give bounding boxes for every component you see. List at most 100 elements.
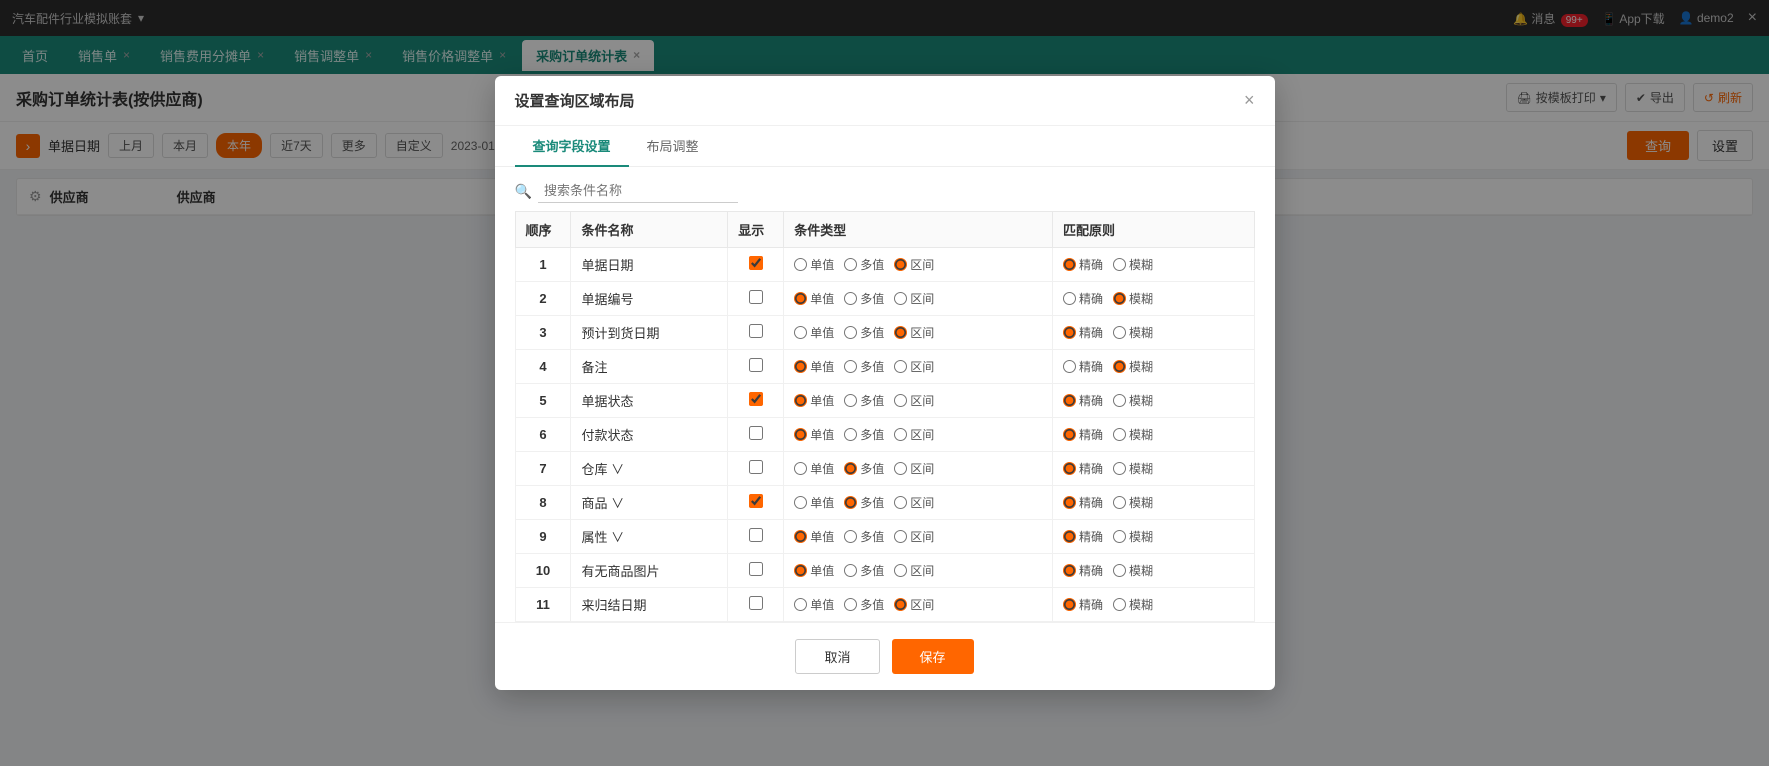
show-checkbox[interactable] [749, 392, 763, 406]
type-radio[interactable] [894, 360, 907, 373]
match-radio-item[interactable]: 精确 [1063, 460, 1103, 477]
match-radio-item[interactable]: 模糊 [1113, 528, 1153, 545]
type-radio[interactable] [894, 394, 907, 407]
tab-query-fields[interactable]: 查询字段设置 [515, 126, 629, 167]
match-radio[interactable] [1063, 462, 1076, 475]
type-radio-item[interactable]: 单值 [794, 460, 834, 477]
type-radio[interactable] [844, 360, 857, 373]
match-radio-item[interactable]: 精确 [1063, 426, 1103, 443]
show-checkbox[interactable] [749, 256, 763, 270]
show-checkbox[interactable] [749, 494, 763, 508]
match-radio-item[interactable]: 模糊 [1113, 324, 1153, 341]
match-radio[interactable] [1113, 598, 1126, 611]
match-radio[interactable] [1113, 496, 1126, 509]
show-checkbox[interactable] [749, 426, 763, 440]
type-radio-item[interactable]: 区间 [894, 460, 934, 477]
type-radio-item[interactable]: 多值 [844, 358, 884, 375]
show-checkbox[interactable] [749, 460, 763, 474]
type-radio[interactable] [844, 462, 857, 475]
type-radio-item[interactable]: 多值 [844, 256, 884, 273]
type-radio[interactable] [844, 598, 857, 611]
cancel-button[interactable]: 取消 [795, 639, 879, 674]
type-radio-item[interactable]: 多值 [844, 494, 884, 511]
type-radio[interactable] [794, 428, 807, 441]
type-radio[interactable] [844, 496, 857, 509]
match-radio[interactable] [1063, 598, 1076, 611]
match-radio[interactable] [1113, 292, 1126, 305]
type-radio-item[interactable]: 单值 [794, 494, 834, 511]
match-radio[interactable] [1063, 360, 1076, 373]
type-radio[interactable] [894, 258, 907, 271]
match-radio[interactable] [1113, 428, 1126, 441]
match-radio[interactable] [1113, 564, 1126, 577]
type-radio[interactable] [844, 292, 857, 305]
type-radio-item[interactable]: 多值 [844, 426, 884, 443]
type-radio[interactable] [844, 258, 857, 271]
show-checkbox[interactable] [749, 596, 763, 610]
show-checkbox[interactable] [749, 290, 763, 304]
type-radio-item[interactable]: 单值 [794, 426, 834, 443]
type-radio[interactable] [844, 530, 857, 543]
match-radio-item[interactable]: 模糊 [1113, 358, 1153, 375]
type-radio-item[interactable]: 多值 [844, 324, 884, 341]
type-radio-item[interactable]: 区间 [894, 596, 934, 613]
match-radio-item[interactable]: 模糊 [1113, 290, 1153, 307]
type-radio[interactable] [794, 598, 807, 611]
type-radio-item[interactable]: 多值 [844, 392, 884, 409]
match-radio[interactable] [1063, 326, 1076, 339]
match-radio[interactable] [1063, 258, 1076, 271]
match-radio[interactable] [1063, 394, 1076, 407]
match-radio[interactable] [1063, 564, 1076, 577]
match-radio[interactable] [1113, 258, 1126, 271]
type-radio-item[interactable]: 单值 [794, 256, 834, 273]
show-checkbox[interactable] [749, 562, 763, 576]
type-radio[interactable] [844, 428, 857, 441]
match-radio-item[interactable]: 精确 [1063, 528, 1103, 545]
type-radio-item[interactable]: 多值 [844, 290, 884, 307]
match-radio-item[interactable]: 精确 [1063, 256, 1103, 273]
type-radio-item[interactable]: 区间 [894, 528, 934, 545]
match-radio[interactable] [1063, 292, 1076, 305]
match-radio[interactable] [1113, 360, 1126, 373]
type-radio-item[interactable]: 区间 [894, 256, 934, 273]
type-radio-item[interactable]: 区间 [894, 324, 934, 341]
type-radio-item[interactable]: 单值 [794, 324, 834, 341]
type-radio[interactable] [794, 258, 807, 271]
match-radio-item[interactable]: 模糊 [1113, 562, 1153, 579]
type-radio-item[interactable]: 多值 [844, 596, 884, 613]
type-radio-item[interactable]: 多值 [844, 562, 884, 579]
type-radio[interactable] [894, 564, 907, 577]
match-radio-item[interactable]: 精确 [1063, 562, 1103, 579]
type-radio-item[interactable]: 区间 [894, 494, 934, 511]
match-radio-item[interactable]: 模糊 [1113, 596, 1153, 613]
type-radio-item[interactable]: 区间 [894, 426, 934, 443]
type-radio[interactable] [844, 326, 857, 339]
search-input[interactable] [538, 179, 738, 203]
type-radio[interactable] [844, 394, 857, 407]
tab-layout-adjust[interactable]: 布局调整 [629, 126, 717, 167]
type-radio-item[interactable]: 多值 [844, 460, 884, 477]
type-radio[interactable] [894, 598, 907, 611]
type-radio[interactable] [794, 394, 807, 407]
type-radio[interactable] [894, 530, 907, 543]
type-radio[interactable] [794, 292, 807, 305]
type-radio-item[interactable]: 单值 [794, 528, 834, 545]
type-radio[interactable] [794, 564, 807, 577]
match-radio[interactable] [1113, 530, 1126, 543]
type-radio[interactable] [794, 326, 807, 339]
type-radio-item[interactable]: 多值 [844, 528, 884, 545]
show-checkbox[interactable] [749, 358, 763, 372]
type-radio[interactable] [794, 462, 807, 475]
dialog-close-button[interactable]: × [1244, 90, 1255, 111]
match-radio[interactable] [1063, 428, 1076, 441]
type-radio[interactable] [894, 496, 907, 509]
match-radio[interactable] [1063, 496, 1076, 509]
show-checkbox[interactable] [749, 324, 763, 338]
type-radio[interactable] [794, 530, 807, 543]
match-radio-item[interactable]: 模糊 [1113, 494, 1153, 511]
type-radio-item[interactable]: 区间 [894, 562, 934, 579]
type-radio-item[interactable]: 区间 [894, 392, 934, 409]
match-radio-item[interactable]: 精确 [1063, 596, 1103, 613]
type-radio-item[interactable]: 区间 [894, 290, 934, 307]
type-radio[interactable] [894, 462, 907, 475]
